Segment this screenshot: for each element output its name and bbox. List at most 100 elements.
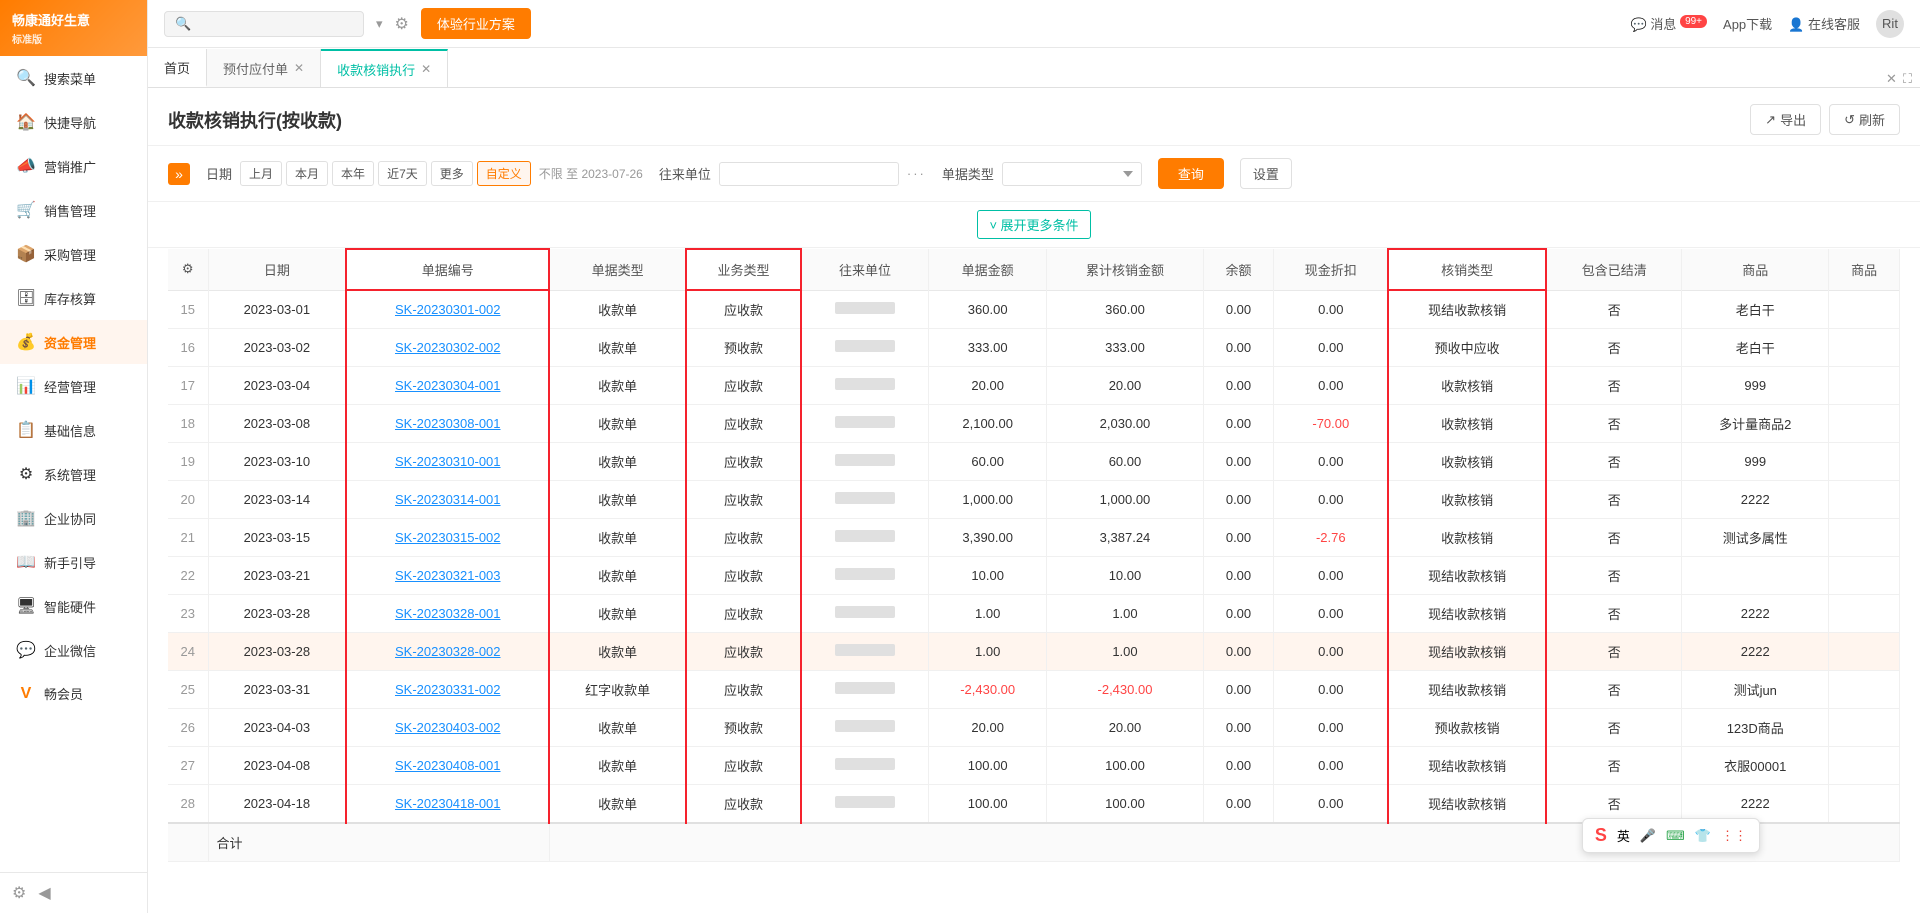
sidebar-item-search[interactable]: 🔍 搜索菜单 [0,56,147,100]
row-partner [801,709,928,747]
filter-btn-7days[interactable]: 近7天 [378,161,427,186]
row-balance: 0.00 [1203,290,1274,329]
user-avatar[interactable]: Rit [1876,10,1904,38]
settings-button[interactable]: 设置 [1240,158,1292,189]
tab-close-all-icon[interactable]: ✕ [1886,71,1897,87]
row-biz-type: 应收款 [686,595,801,633]
topbar-search[interactable]: 🔍 [164,11,364,37]
sidebar-item-purchase[interactable]: 📦 采购管理 [0,232,147,276]
ime-mic-icon[interactable]: 🎤 [1640,828,1656,844]
row-product: 老白干 [1682,329,1829,367]
app-download-link[interactable]: App下载 [1723,14,1772,33]
tab-home-label: 首页 [164,58,190,77]
export-button[interactable]: ↗ 导出 [1750,104,1821,135]
filter-toggle-button[interactable]: » [168,163,190,185]
row-cumulative: 360.00 [1047,290,1203,329]
sidebar: 畅康通好生意 标准版 🔍 搜索菜单 🏠 快捷导航 📣 营销推广 🛒 销售管理 📦… [0,0,148,913]
row-voucher-no[interactable]: SK-20230301-002 [346,290,549,329]
row-voucher-no[interactable]: SK-20230314-001 [346,481,549,519]
sidebar-item-weixin[interactable]: 💬 企业微信 [0,628,147,672]
row-balance: 0.00 [1203,367,1274,405]
tab-receipt-close-icon[interactable]: ✕ [421,62,431,76]
sidebar-item-label: 系统管理 [44,465,96,484]
voucher-type-select[interactable] [1002,162,1142,186]
row-voucher-no[interactable]: SK-20230328-001 [346,595,549,633]
filter-btn-this-month[interactable]: 本月 [286,161,328,186]
sidebar-item-operation[interactable]: 📊 经营管理 [0,364,147,408]
row-voucher-no[interactable]: SK-20230308-001 [346,405,549,443]
export-icon: ↗ [1765,112,1776,128]
filter-btn-more[interactable]: 更多 [431,161,473,186]
sidebar-item-marketing[interactable]: 📣 营销推广 [0,144,147,188]
expand-label: 展开更多条件 [1000,218,1078,233]
query-button[interactable]: 查询 [1158,158,1224,189]
row-biz-type: 应收款 [686,405,801,443]
notification-label: 消息 [1650,17,1676,32]
filter-btn-last-month[interactable]: 上月 [240,161,282,186]
sidebar-item-enterprise[interactable]: 🏢 企业协同 [0,496,147,540]
notification-area[interactable]: 💬 消息 99+ [1631,14,1707,33]
row-date: 2023-03-21 [208,557,346,595]
sidebar-item-label: 资金管理 [44,333,96,352]
tab-expand-icon[interactable]: ⛶ [1903,71,1912,87]
date-filter-buttons: 上月 本月 本年 近7天 更多 自定义 [240,161,531,186]
sidebar-item-system[interactable]: ⚙ 系统管理 [0,452,147,496]
row-date: 2023-04-08 [208,747,346,785]
sidebar-item-member[interactable]: V 畅会员 [0,672,147,715]
row-balance: 0.00 [1203,785,1274,824]
sidebar-bottom: ⚙ ◀ [0,872,147,913]
row-voucher-no[interactable]: SK-20230321-003 [346,557,549,595]
row-product: 测试多属性 [1682,519,1829,557]
row-cumulative: 1.00 [1047,633,1203,671]
sidebar-item-label: 智能硬件 [44,597,96,616]
row-product: 2222 [1682,595,1829,633]
row-amount: 20.00 [929,367,1047,405]
row-voucher-no[interactable]: SK-20230408-001 [346,747,549,785]
row-biz-type: 预收款 [686,709,801,747]
tab-home[interactable]: 首页 [148,49,207,87]
sidebar-item-label: 快捷导航 [44,113,96,132]
row-date: 2023-04-18 [208,785,346,824]
row-biz-type: 应收款 [686,557,801,595]
row-date: 2023-03-14 [208,481,346,519]
partner-filter-input[interactable] [719,162,899,186]
row-voucher-no[interactable]: SK-20230302-002 [346,329,549,367]
ime-apps-icon[interactable]: ⋮⋮ [1721,828,1747,844]
tab-receipt[interactable]: 收款核销执行 ✕ [321,49,448,87]
row-voucher-no[interactable]: SK-20230418-001 [346,785,549,824]
ime-keyboard-icon[interactable]: ⌨ [1666,828,1685,844]
row-voucher-no[interactable]: SK-20230331-002 [346,671,549,709]
table-settings-gear-icon[interactable]: ⚙ [182,261,194,276]
sidebar-item-basic[interactable]: 📋 基础信息 [0,408,147,452]
filter-btn-this-year[interactable]: 本年 [332,161,374,186]
row-voucher-no[interactable]: SK-20230328-002 [346,633,549,671]
collapse-icon[interactable]: ◀ [38,883,50,903]
expand-filter-button[interactable]: ˅ 展开更多条件 [977,210,1092,239]
sidebar-item-inventory[interactable]: 🗄 库存核算 [0,276,147,320]
row-voucher-no[interactable]: SK-20230403-002 [346,709,549,747]
table-row: 16 2023-03-02 SK-20230302-002 收款单 预收款 33… [168,329,1900,367]
ime-overlay: S 英 🎤 ⌨ 👕 ⋮⋮ [1582,818,1760,853]
sidebar-item-hardware[interactable]: 🖥 智能硬件 [0,584,147,628]
col-settings-header[interactable]: ⚙ [168,249,208,290]
row-num: 21 [168,519,208,557]
row-voucher-no[interactable]: SK-20230310-001 [346,443,549,481]
filter-btn-custom[interactable]: 自定义 [477,161,531,186]
chevron-down-icon[interactable]: ▾ [376,16,383,32]
row-amount: 60.00 [929,443,1047,481]
online-service-link[interactable]: 👤 在线客服 [1788,14,1860,33]
settings-icon[interactable]: ⚙ [12,883,26,903]
row-voucher-type: 收款单 [549,595,686,633]
gear-settings-icon[interactable]: ⚙ [395,14,409,34]
sidebar-item-quicknav[interactable]: 🏠 快捷导航 [0,100,147,144]
sidebar-item-sales[interactable]: 🛒 销售管理 [0,188,147,232]
row-voucher-no[interactable]: SK-20230315-002 [346,519,549,557]
industry-solution-button[interactable]: 体验行业方案 [421,8,531,39]
tab-prepay-close-icon[interactable]: ✕ [294,61,304,75]
purchase-icon: 📦 [16,244,36,264]
sidebar-item-guide[interactable]: 📖 新手引导 [0,540,147,584]
refresh-button[interactable]: ↺ 刷新 [1829,104,1900,135]
sidebar-item-finance[interactable]: 💰 资金管理 [0,320,147,364]
row-voucher-no[interactable]: SK-20230304-001 [346,367,549,405]
tab-prepay[interactable]: 预付应付单 ✕ [207,49,321,87]
